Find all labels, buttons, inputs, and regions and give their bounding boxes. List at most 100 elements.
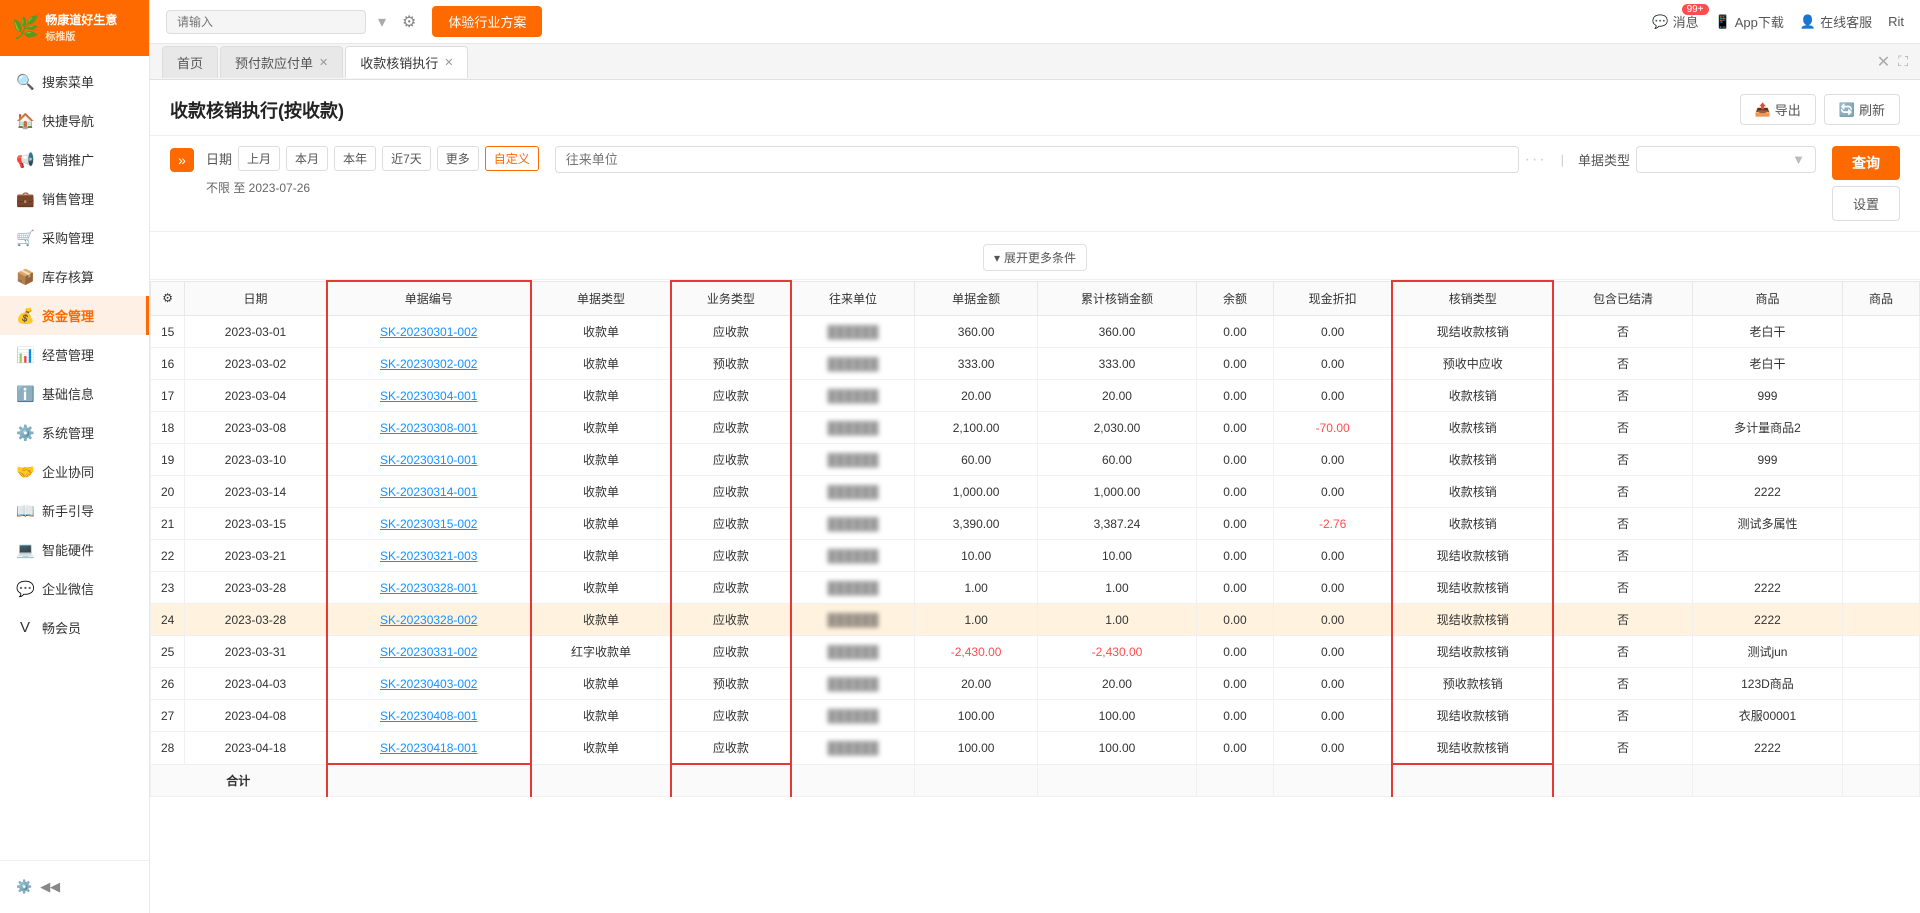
cell-no: 22 [151, 540, 185, 572]
filter-unit-group: ··· | 单据类型 ▼ [555, 146, 1816, 173]
cell-verify-type: 现结收款核销 [1392, 540, 1553, 572]
sidebar-item-sales[interactable]: 💼 销售管理 [0, 179, 149, 218]
cell-biz-type: 应收款 [671, 540, 791, 572]
sidebar-collapse-btn[interactable]: ◀◀ [40, 879, 60, 895]
sidebar-item-marketing[interactable]: 📢 营销推广 [0, 140, 149, 179]
cell-biz-type: 应收款 [671, 636, 791, 668]
sidebar-item-quicknav[interactable]: 🏠 快捷导航 [0, 101, 149, 140]
cell-partner: ██████ [791, 412, 915, 444]
smarthw-icon: 💻 [16, 541, 34, 559]
cell-verify-type: 现结收款核销 [1392, 604, 1553, 636]
bill-no-link[interactable]: SK-20230315-002 [380, 517, 477, 531]
bill-no-link[interactable]: SK-20230408-001 [380, 709, 477, 723]
filter-type-select[interactable]: ▼ [1636, 146, 1816, 173]
cell-product2 [1842, 604, 1919, 636]
bill-no-link[interactable]: SK-20230304-001 [380, 389, 477, 403]
filter-toggle-button[interactable]: » [170, 148, 194, 172]
refresh-button[interactable]: 🔄 刷新 [1824, 94, 1900, 125]
partner-value: ██████ [828, 677, 879, 691]
bill-no-link[interactable]: SK-20230418-001 [380, 741, 477, 755]
cell-verified-amount: -2,430.00 [1037, 636, 1196, 668]
tab-receipt-close-icon[interactable]: ✕ [444, 56, 453, 69]
date-btn-last-month[interactable]: 上月 [238, 146, 280, 171]
sidebar-item-operations[interactable]: 📊 经营管理 [0, 335, 149, 374]
bill-no-link[interactable]: SK-20230321-003 [380, 549, 477, 563]
sidebar-item-system[interactable]: ⚙️ 系统管理 [0, 413, 149, 452]
sidebar-item-member[interactable]: V 畅会员 [0, 608, 149, 647]
sidebar-item-smarthw[interactable]: 💻 智能硬件 [0, 530, 149, 569]
sidebar-item-wechat[interactable]: 💬 企业微信 [0, 569, 149, 608]
sidebar-item-purchase[interactable]: 🛒 采购管理 [0, 218, 149, 257]
tab-maximize-icon[interactable]: ⛶ [1898, 53, 1908, 70]
solution-button[interactable]: 体验行业方案 [432, 6, 542, 37]
sidebar-settings-btn[interactable]: ⚙️ ◀◀ [0, 871, 149, 903]
cell-product: 999 [1693, 380, 1843, 412]
col-gear[interactable]: ⚙ [151, 281, 185, 316]
cell-include-cleared: 否 [1553, 508, 1692, 540]
bill-no-link[interactable]: SK-20230331-002 [380, 645, 477, 659]
bill-no-link[interactable]: SK-20230403-002 [380, 677, 477, 691]
system-icon: ⚙️ [16, 424, 34, 442]
cell-partner: ██████ [791, 668, 915, 700]
tab-receipt-verify[interactable]: 收款核销执行 ✕ [345, 46, 468, 78]
cell-balance: 0.00 [1197, 668, 1274, 700]
export-button[interactable]: 📤 导出 [1740, 94, 1816, 125]
table-row: 25 2023-03-31 SK-20230331-002 红字收款单 应收款 … [151, 636, 1920, 668]
date-btn-custom[interactable]: 自定义 [485, 146, 539, 171]
sidebar-item-basicinfo[interactable]: ℹ️ 基础信息 [0, 374, 149, 413]
total-bill-no [327, 764, 531, 796]
sidebar-item-finance[interactable]: 💰 资金管理 [0, 296, 149, 335]
table-container[interactable]: ⚙ 日期 单据编号 单据类型 业务类型 往来单位 单据金额 累计核销金额 余额 … [150, 280, 1920, 913]
cell-cash-discount: 0.00 [1273, 700, 1392, 732]
bill-no-link[interactable]: SK-20230328-002 [380, 613, 477, 627]
settings-button[interactable]: 设置 [1832, 186, 1900, 221]
cell-verified-amount: 333.00 [1037, 348, 1196, 380]
topbar-messages[interactable]: 💬 消息 99+ [1652, 12, 1698, 31]
tab-home[interactable]: 首页 [162, 46, 218, 78]
bill-no-link[interactable]: SK-20230301-002 [380, 325, 477, 339]
cell-amount: 3,390.00 [915, 508, 1038, 540]
expand-conditions-button[interactable]: ▾ 展开更多条件 [983, 244, 1087, 271]
cell-include-cleared: 否 [1553, 476, 1692, 508]
bill-no-link[interactable]: SK-20230308-001 [380, 421, 477, 435]
tab-window-close-icon[interactable]: ✕ [1877, 52, 1890, 72]
topbar-search-input[interactable] [166, 10, 366, 34]
total-verified [1037, 764, 1196, 796]
filter-unit-input[interactable] [555, 146, 1519, 173]
filter-separator: | [1561, 152, 1564, 167]
cell-verified-amount: 100.00 [1037, 700, 1196, 732]
tab-prepay-close-icon[interactable]: ✕ [319, 56, 328, 69]
filter-dots: ··· [1525, 151, 1547, 169]
bill-no-link[interactable]: SK-20230328-001 [380, 581, 477, 595]
bill-no-link[interactable]: SK-20230310-001 [380, 453, 477, 467]
table-body: 15 2023-03-01 SK-20230301-002 收款单 应收款 ██… [151, 316, 1920, 797]
date-btn-7days[interactable]: 近7天 [382, 146, 431, 171]
page-actions: 📤 导出 🔄 刷新 [1740, 94, 1900, 125]
topbar-gear-icon[interactable]: ⚙ [398, 8, 420, 36]
table-row: 19 2023-03-10 SK-20230310-001 收款单 应收款 ██… [151, 444, 1920, 476]
sidebar-item-search[interactable]: 🔍 搜索菜单 [0, 62, 149, 101]
cell-cash-discount: 0.00 [1273, 668, 1392, 700]
sidebar-item-inventory[interactable]: 📦 库存核算 [0, 257, 149, 296]
query-button[interactable]: 查询 [1832, 146, 1900, 180]
topbar-app-download[interactable]: 📱 App下载 [1715, 12, 1784, 31]
cell-verify-type: 收款核销 [1392, 444, 1553, 476]
cell-biz-type: 应收款 [671, 700, 791, 732]
bill-no-link[interactable]: SK-20230302-002 [380, 357, 477, 371]
col-bill-type: 单据类型 [531, 281, 671, 316]
sidebar-item-beginner[interactable]: 📖 新手引导 [0, 491, 149, 530]
date-btn-more[interactable]: 更多 [437, 146, 479, 171]
topbar-arrow-icon[interactable]: ▾ [378, 12, 386, 32]
tab-prepay-bill[interactable]: 预付款应付单 ✕ [220, 46, 343, 78]
partner-value: ██████ [828, 613, 879, 627]
date-btn-this-month[interactable]: 本月 [286, 146, 328, 171]
total-partner [791, 764, 915, 796]
topbar-online-service[interactable]: 👤 在线客服 [1800, 12, 1872, 31]
sidebar-item-enterprise-coop[interactable]: 🤝 企业协同 [0, 452, 149, 491]
date-btn-this-year[interactable]: 本年 [334, 146, 376, 171]
filter-date-group: 日期 上月 本月 本年 近7天 更多 自定义 不限 至 2023-07-26 [206, 146, 539, 196]
cell-bill-type: 收款单 [531, 444, 671, 476]
table-row: 17 2023-03-04 SK-20230304-001 收款单 应收款 ██… [151, 380, 1920, 412]
bill-no-link[interactable]: SK-20230314-001 [380, 485, 477, 499]
cell-product: 多计量商品2 [1693, 412, 1843, 444]
